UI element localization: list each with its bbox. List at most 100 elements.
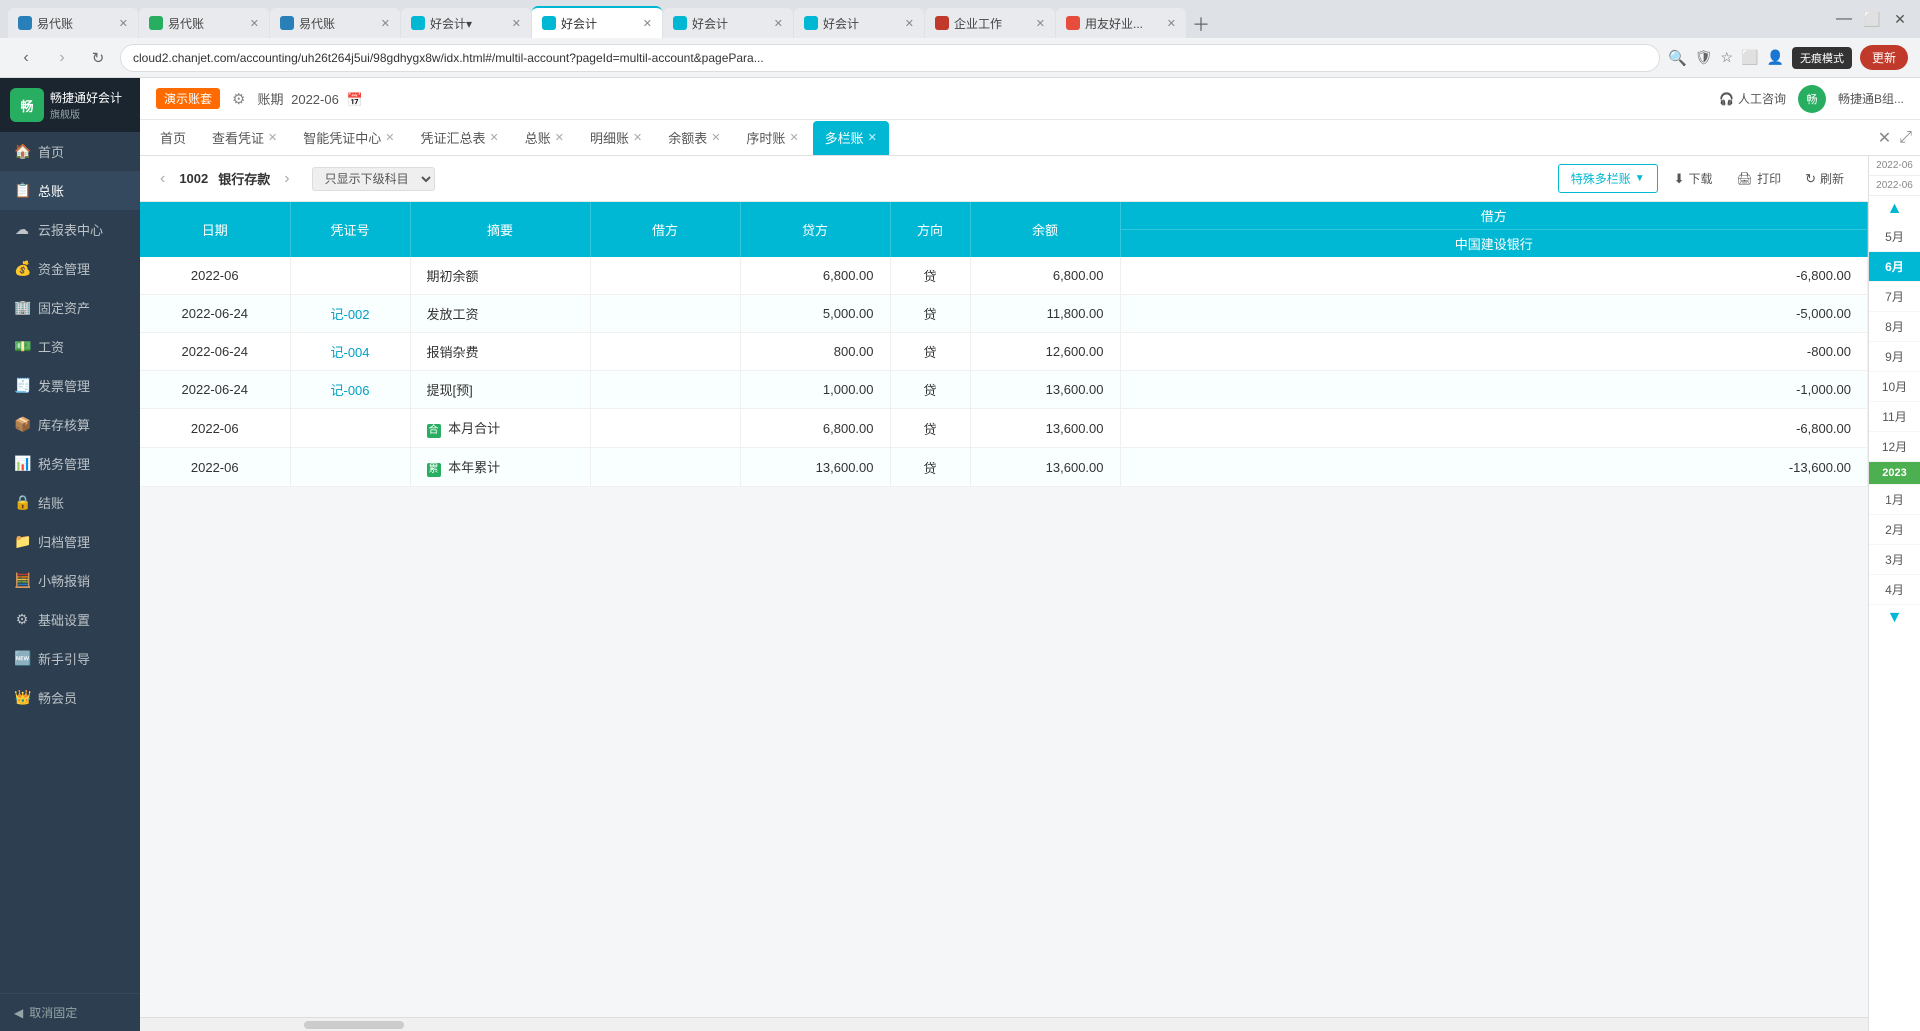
multi-col-button[interactable]: 特殊多栏账 ▼ [1558,164,1658,193]
browser-tab-4[interactable]: 好会计▾ ✕ [401,8,531,38]
tab-close-smart[interactable]: ✕ [385,131,394,144]
sidebar-item-assets[interactable]: 🏢 固定资产 [0,288,140,327]
tab-close-voucher[interactable]: ✕ [268,131,277,144]
reload-button[interactable]: ↻ [84,44,112,72]
tab-close-dl[interactable]: ✕ [633,131,642,144]
expand-icon[interactable]: ⤢ [1899,129,1912,147]
date-nav-item-10[interactable]: 10月 [1869,372,1920,402]
voucher-link-004[interactable]: 记-004 [290,333,410,371]
browser-tab-7[interactable]: 好会计 ✕ [794,8,924,38]
address-input[interactable]: cloud2.chanjet.com/accounting/uh26t264j5… [120,44,1660,72]
sidebar-item-guide[interactable]: 🆕 新手引导 [0,639,140,678]
search-icon[interactable]: 🔍 [1668,49,1687,67]
tab-close-9[interactable]: ✕ [1167,17,1176,30]
tab-close-gl[interactable]: ✕ [555,131,564,144]
sidebar-item-ledger[interactable]: 📋 总账 [0,171,140,210]
tab-close-1[interactable]: ✕ [119,17,128,30]
bookmark-icon[interactable]: ☆ [1721,49,1734,66]
prev-account-button[interactable]: ‹ [156,170,169,188]
maximize-button[interactable]: ⬜ [1860,7,1884,31]
date-nav-item-4[interactable]: 4月 [1869,575,1920,605]
browser-tab-3[interactable]: 易代账 ✕ [270,8,400,38]
browser-tab-9[interactable]: 用友好业... ✕ [1056,8,1186,38]
forward-button[interactable]: › [48,44,76,72]
demo-badge: 演示账套 [156,88,220,109]
sidebar-item-funds[interactable]: 💰 资金管理 [0,249,140,288]
browser-tab-8[interactable]: 企业工作 ✕ [925,8,1055,38]
back-button[interactable]: ‹ [12,44,40,72]
date-nav-item-12[interactable]: 12月 [1869,432,1920,462]
sidebar-item-close[interactable]: 🔒 结账 [0,483,140,522]
browser-tab-5[interactable]: 好会计 ✕ [532,6,662,38]
date-nav-item-9[interactable]: 9月 [1869,342,1920,372]
browser-tab-2[interactable]: 易代账 ✕ [139,8,269,38]
pin-button[interactable]: ◀ 取消固定 [14,1004,126,1021]
print-button[interactable]: 🖨 打印 [1729,166,1790,191]
table-row: 2022-06 累 本年累计 13,600.00 贷 13,600.00 [140,448,1868,487]
tab-chronological[interactable]: 序时账 ✕ [734,121,810,155]
close-window-button[interactable]: ✕ [1888,7,1912,31]
download-button[interactable]: ⬇ 下载 [1666,166,1721,191]
consult-button[interactable]: 🎧 人工咨询 [1719,90,1786,107]
date-nav-item-3[interactable]: 3月 [1869,545,1920,575]
date-nav-item-7[interactable]: 7月 [1869,282,1920,312]
tab-close-bs[interactable]: ✕ [711,131,720,144]
table-row: 2022-06-24 记-004 报销杂费 800.00 贷 12,600.00… [140,333,1868,371]
tab-close-7[interactable]: ✕ [905,17,914,30]
sidebar-item-reports[interactable]: ☁ 云报表中心 [0,210,140,249]
tab-close-chr[interactable]: ✕ [789,131,798,144]
voucher-link-002[interactable]: 记-002 [290,295,410,333]
date-nav-scroll-up[interactable]: ▲ [1869,196,1920,222]
content-area: ‹ 1002 银行存款 › 只显示下级科目 特殊多栏账 ▼ ⬇ [140,156,1920,1031]
tab-close-3[interactable]: ✕ [381,17,390,30]
date-nav-item-1[interactable]: 1月 [1869,485,1920,515]
sidebar-item-member[interactable]: 👑 畅会员 [0,678,140,717]
new-tab-button[interactable]: ＋ [1187,10,1215,38]
tab-balance-sheet[interactable]: 余额表 ✕ [656,121,732,155]
collapse-icon[interactable]: ✕ [1878,128,1891,148]
filter-select[interactable]: 只显示下级科目 [312,167,435,191]
tab-close-6[interactable]: ✕ [774,17,783,30]
browser-tab-1[interactable]: 易代账 ✕ [8,8,138,38]
update-button[interactable]: 更新 [1860,45,1908,70]
tab-close-5[interactable]: ✕ [643,17,652,30]
date-nav-item-2[interactable]: 2月 [1869,515,1920,545]
settings-browser-icon[interactable]: 👤 [1767,49,1784,66]
tab-close-4[interactable]: ✕ [512,17,521,30]
date-nav-scroll-down[interactable]: ▼ [1869,605,1920,631]
tab-close-summary[interactable]: ✕ [490,131,499,144]
tab-detail-ledger[interactable]: 明细账 ✕ [578,121,654,155]
sidebar-item-invoice[interactable]: 🧾 发票管理 [0,366,140,405]
refresh-icon: ↻ [1805,171,1816,187]
calendar-icon[interactable]: 📅 [346,92,362,107]
horizontal-scrollbar[interactable] [140,1017,1868,1031]
date-nav-item-6[interactable]: 6月 [1869,252,1920,282]
date-nav-item-8[interactable]: 8月 [1869,312,1920,342]
minimize-button[interactable]: — [1832,7,1856,31]
date-nav-item-5[interactable]: 5月 [1869,222,1920,252]
tab-voucher-view[interactable]: 查看凭证 ✕ [200,121,289,155]
extend-icon[interactable]: ⬜ [1741,49,1758,66]
sidebar-item-expense[interactable]: 🧮 小畅报销 [0,561,140,600]
next-account-button[interactable]: › [280,170,293,188]
tab-smart-voucher[interactable]: 智能凭证中心 ✕ [291,121,406,155]
sidebar-item-archive[interactable]: 📁 归档管理 [0,522,140,561]
tab-general-ledger[interactable]: 总账 ✕ [513,121,576,155]
sidebar-item-tax[interactable]: 📊 税务管理 [0,444,140,483]
sidebar-item-home[interactable]: 🏠 首页 [0,132,140,171]
browser-tab-6[interactable]: 好会计 ✕ [663,8,793,38]
sidebar-item-settings[interactable]: ⚙ 基础设置 [0,600,140,639]
voucher-link-006[interactable]: 记-006 [290,371,410,409]
tab-homepage[interactable]: 首页 [148,121,198,155]
tab-voucher-summary[interactable]: 凭证汇总表 ✕ [408,121,510,155]
settings-topbar-icon[interactable]: ⚙ [232,90,245,108]
tab-close-2[interactable]: ✕ [250,17,259,30]
sidebar-item-salary[interactable]: 💵 工资 [0,327,140,366]
tab-close-mc[interactable]: ✕ [868,131,877,144]
refresh-button[interactable]: ↻ 刷新 [1797,166,1852,191]
tab-close-8[interactable]: ✕ [1036,17,1045,30]
sidebar-item-inventory[interactable]: 📦 库存核算 [0,405,140,444]
tab-multi-column[interactable]: 多栏账 ✕ [813,121,889,155]
date-nav-item-11[interactable]: 11月 [1869,402,1920,432]
date-nav-year-2023[interactable]: 2023 [1869,462,1920,485]
